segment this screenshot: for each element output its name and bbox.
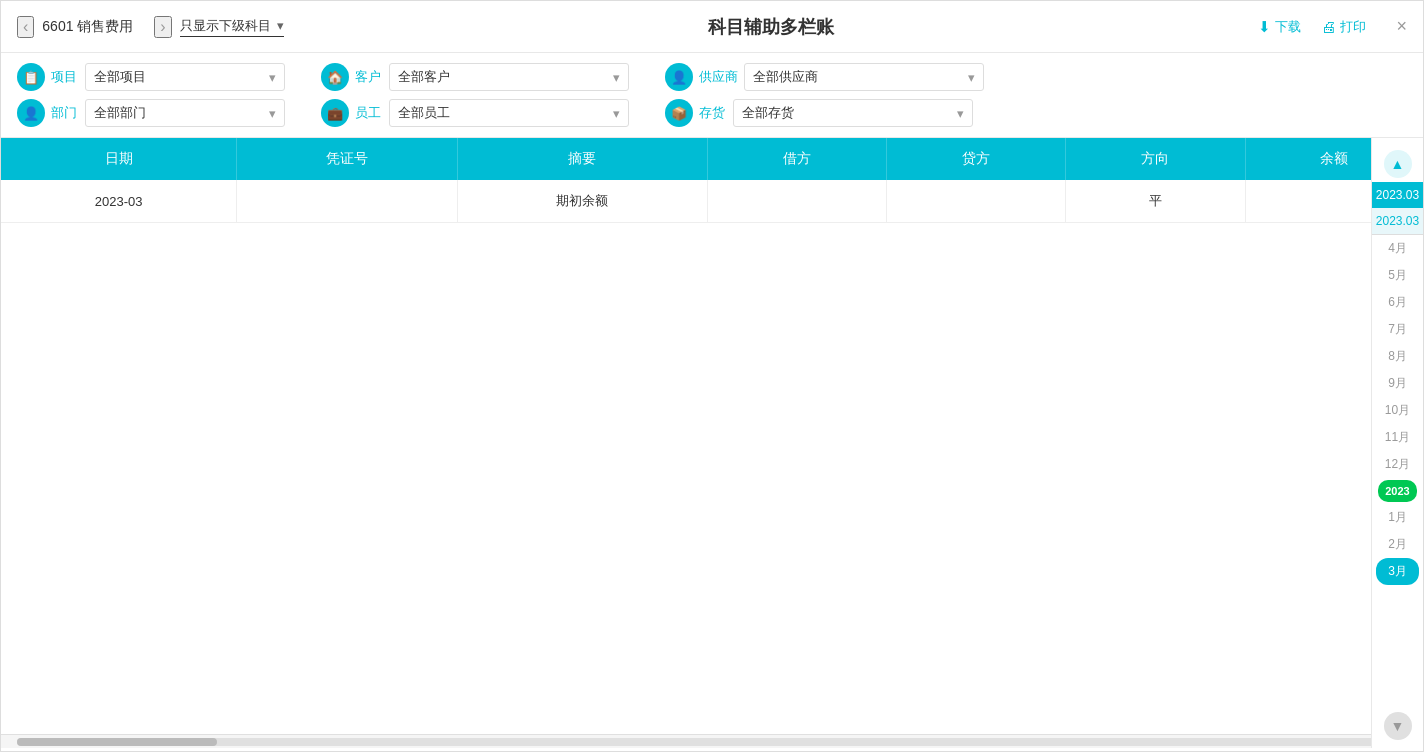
project-icon: 📋 (17, 63, 45, 91)
cell-summary: 期初余额 (457, 180, 707, 223)
customer-label: 客户 (355, 68, 383, 86)
department-label: 部门 (51, 104, 79, 122)
filter-department: 👤 部门 全部部门 ▾ (17, 99, 285, 127)
project-value: 全部项目 (94, 68, 146, 86)
timeline-month-6[interactable]: 6月 (1372, 289, 1423, 316)
timeline-month-5[interactable]: 5月 (1372, 262, 1423, 289)
employee-arrow-icon: ▾ (613, 106, 620, 121)
show-sub-button[interactable]: 只显示下级科目 ▾ (180, 17, 284, 37)
timeline-month-12[interactable]: 12月 (1372, 451, 1423, 478)
col-summary: 摘要 (457, 138, 707, 180)
filter-employee: 💼 员工 全部员工 ▾ (321, 99, 629, 127)
timeline-month-2[interactable]: 2月 (1372, 531, 1423, 558)
department-value: 全部部门 (94, 104, 146, 122)
col-credit: 贷方 (886, 138, 1065, 180)
download-icon: ⬇ (1258, 18, 1271, 36)
col-direction: 方向 (1066, 138, 1245, 180)
department-select[interactable]: 全部部门 ▾ (85, 99, 285, 127)
filter-row-2: 👤 部门 全部部门 ▾ 💼 员工 全部员工 ▾ 📦 存货 全部存货 (17, 99, 1407, 127)
cell-credit (886, 180, 1065, 223)
cell-debit (707, 180, 886, 223)
timeline-down-button[interactable]: ▼ (1384, 712, 1412, 740)
timeline-month-3-active[interactable]: 3月 (1376, 558, 1419, 585)
customer-select[interactable]: 全部客户 ▾ (389, 63, 629, 91)
inventory-arrow-icon: ▾ (957, 106, 964, 121)
main-window: ‹ 6601 销售费用 › 只显示下级科目 ▾ 科目辅助多栏账 ⬇ 下载 🖨 打… (0, 0, 1424, 752)
timeline-year-2023[interactable]: 2023 (1378, 480, 1417, 502)
timeline-panel: ▲ 2023.03 2023.03 4月 5月 6月 7月 8月 9月 10月 … (1371, 138, 1423, 748)
print-button[interactable]: 🖨 打印 (1321, 18, 1366, 36)
project-arrow-icon: ▾ (269, 70, 276, 85)
inventory-value: 全部存货 (742, 104, 794, 122)
project-label: 项目 (51, 68, 79, 86)
print-icon: 🖨 (1321, 18, 1336, 35)
close-button[interactable]: × (1396, 16, 1407, 37)
timeline-up-button[interactable]: ▲ (1384, 150, 1412, 178)
timeline-month-8[interactable]: 8月 (1372, 343, 1423, 370)
filter-area: 📋 项目 全部项目 ▾ 🏠 客户 全部客户 ▾ 👤 供应商 全部供应 (1, 53, 1423, 138)
inventory-select[interactable]: 全部存货 ▾ (733, 99, 973, 127)
nav-next-button[interactable]: › (154, 16, 171, 38)
filter-inventory: 📦 存货 全部存货 ▾ (665, 99, 973, 127)
department-arrow-icon: ▾ (269, 106, 276, 121)
cell-voucher (237, 180, 457, 223)
customer-icon: 🏠 (321, 63, 349, 91)
employee-icon: 💼 (321, 99, 349, 127)
top-bar: ‹ 6601 销售费用 › 只显示下级科目 ▾ 科目辅助多栏账 ⬇ 下载 🖨 打… (1, 1, 1423, 53)
download-label: 下载 (1275, 18, 1301, 36)
content-area: 日期 凭证号 摘要 借方 贷方 方向 余额 2023-03 期初余额 (1, 138, 1423, 748)
supplier-label: 供应商 (699, 68, 738, 86)
customer-value: 全部客户 (398, 68, 450, 86)
filter-row-1: 📋 项目 全部项目 ▾ 🏠 客户 全部客户 ▾ 👤 供应商 全部供应 (17, 63, 1407, 91)
show-sub-label: 只显示下级科目 (180, 17, 271, 35)
data-table: 日期 凭证号 摘要 借方 贷方 方向 余额 2023-03 期初余额 (1, 138, 1423, 223)
filter-customer: 🏠 客户 全部客户 ▾ (321, 63, 629, 91)
supplier-arrow-icon: ▾ (968, 70, 975, 85)
table-row: 2023-03 期初余额 平 (1, 180, 1423, 223)
department-icon: 👤 (17, 99, 45, 127)
timeline-month-4[interactable]: 4月 (1372, 235, 1423, 262)
project-select[interactable]: 全部项目 ▾ (85, 63, 285, 91)
supplier-value: 全部供应商 (753, 68, 818, 86)
scroll-thumb[interactable] (17, 738, 217, 746)
cell-date: 2023-03 (1, 180, 237, 223)
print-label: 打印 (1340, 18, 1366, 36)
inventory-icon: 📦 (665, 99, 693, 127)
account-code: 6601 销售费用 (34, 18, 154, 36)
horizontal-scrollbar[interactable] (1, 734, 1423, 748)
table-area: 日期 凭证号 摘要 借方 贷方 方向 余额 2023-03 期初余额 (1, 138, 1423, 748)
supplier-icon: 👤 (665, 63, 693, 91)
customer-arrow-icon: ▾ (613, 70, 620, 85)
inventory-label: 存货 (699, 104, 727, 122)
employee-label: 员工 (355, 104, 383, 122)
col-voucher: 凭证号 (237, 138, 457, 180)
employee-value: 全部员工 (398, 104, 450, 122)
cell-direction: 平 (1066, 180, 1245, 223)
page-title: 科目辅助多栏账 (284, 15, 1259, 39)
timeline-month-11[interactable]: 11月 (1372, 424, 1423, 451)
timeline-header-2[interactable]: 2023.03 (1372, 208, 1423, 235)
employee-select[interactable]: 全部员工 ▾ (389, 99, 629, 127)
timeline-month-1[interactable]: 1月 (1372, 504, 1423, 531)
timeline-header-1[interactable]: 2023.03 (1372, 182, 1423, 208)
col-date: 日期 (1, 138, 237, 180)
chevron-down-icon: ▾ (277, 18, 284, 33)
supplier-select[interactable]: 全部供应商 ▾ (744, 63, 984, 91)
filter-project: 📋 项目 全部项目 ▾ (17, 63, 285, 91)
table-header-row: 日期 凭证号 摘要 借方 贷方 方向 余额 (1, 138, 1423, 180)
timeline-month-9[interactable]: 9月 (1372, 370, 1423, 397)
filter-supplier: 👤 供应商 全部供应商 ▾ (665, 63, 984, 91)
nav-prev-button[interactable]: ‹ (17, 16, 34, 38)
timeline-month-7[interactable]: 7月 (1372, 316, 1423, 343)
download-button[interactable]: ⬇ 下载 (1258, 18, 1301, 36)
timeline-month-10[interactable]: 10月 (1372, 397, 1423, 424)
top-actions: ⬇ 下载 🖨 打印 × (1258, 16, 1407, 37)
col-debit: 借方 (707, 138, 886, 180)
